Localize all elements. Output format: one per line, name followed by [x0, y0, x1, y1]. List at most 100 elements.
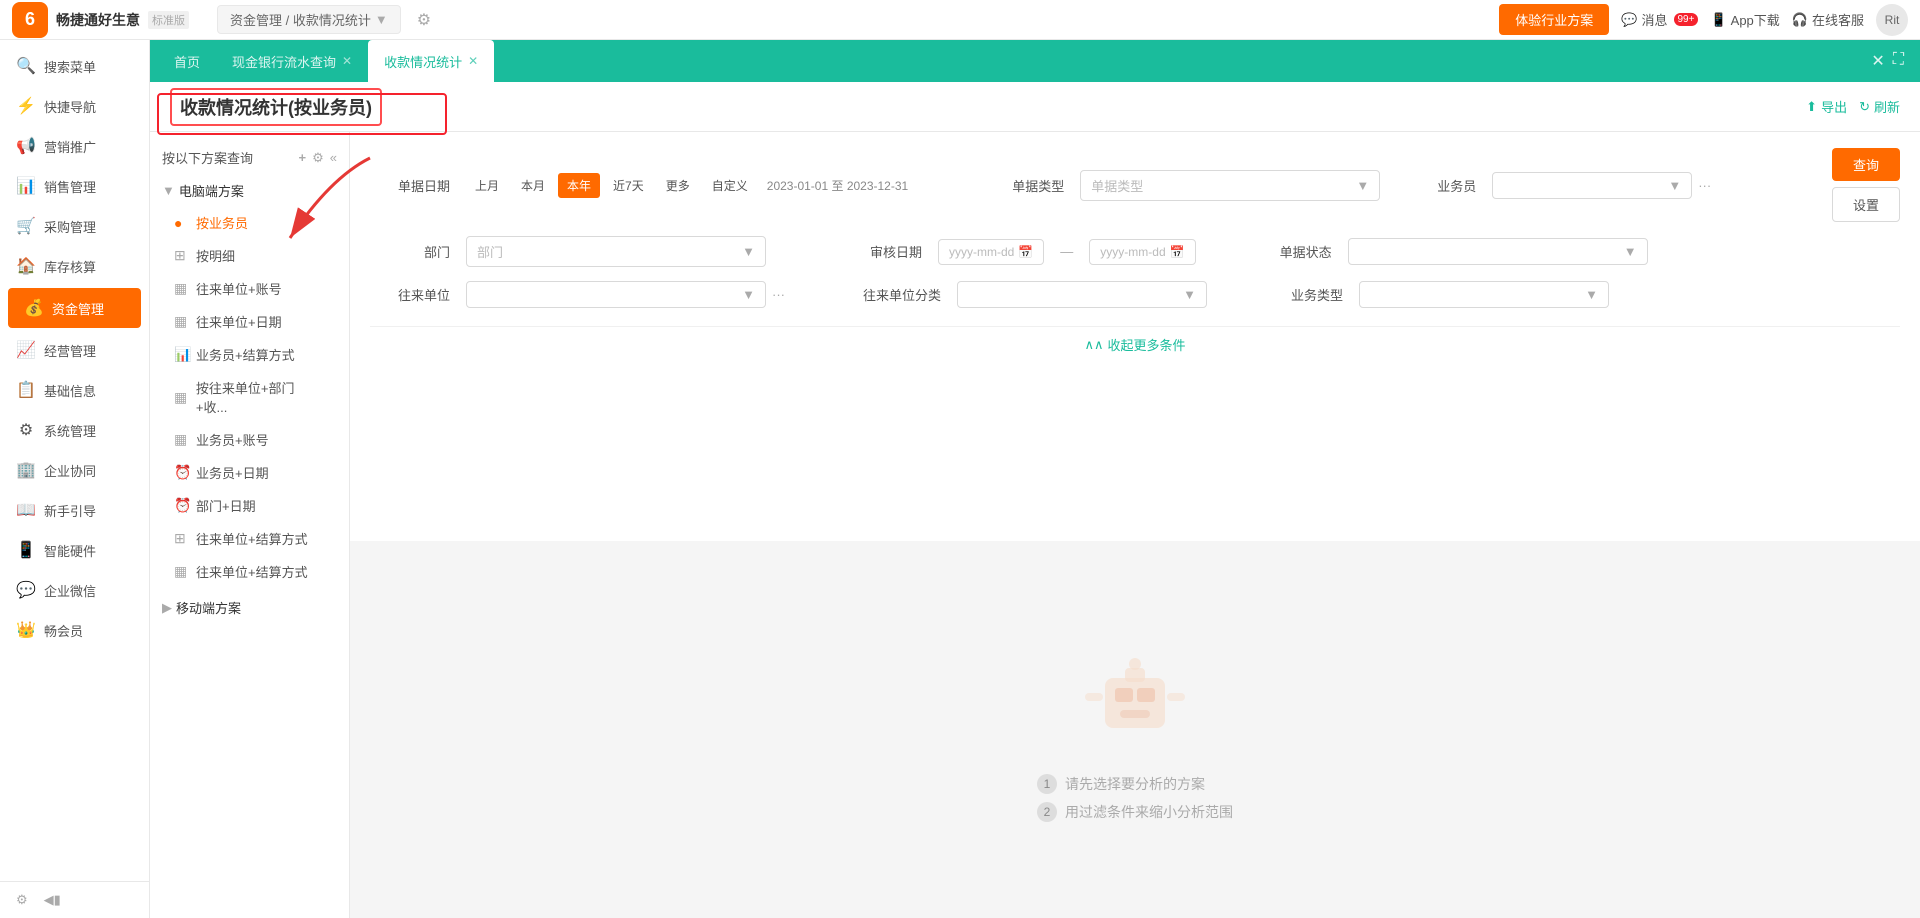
- tab-expand-btn[interactable]: ⛶: [1893, 51, 1904, 71]
- empty-tip-2: 2 用过滤条件来缩小分析范围: [1037, 802, 1233, 822]
- sidebar-collapse-btn[interactable]: ◀▮: [44, 892, 61, 908]
- app-logo-icon: 6: [12, 2, 48, 38]
- scheme-group-pc-title[interactable]: ▼ 电脑端方案: [150, 175, 349, 206]
- tab-home[interactable]: 首页: [158, 40, 216, 82]
- service-icon: 🎧: [1792, 12, 1808, 28]
- scheme-collapse-icon[interactable]: «: [330, 150, 337, 166]
- basic-info-icon: 📋: [16, 380, 36, 400]
- scheme-item-salesperson-payment[interactable]: 📊 业务员+结算方式: [150, 338, 349, 371]
- scheme-item-salesperson-account[interactable]: ▦ 业务员+账号: [150, 423, 349, 456]
- query-btn[interactable]: 查询: [1832, 148, 1900, 181]
- sidebar-settings-btn[interactable]: ⚙: [16, 892, 28, 908]
- sidebar-item-inventory[interactable]: 🏠 库存核算: [0, 246, 149, 286]
- scheme-item-dept-date[interactable]: ⏰ 部门+日期: [150, 489, 349, 522]
- partner-more-btn[interactable]: ···: [772, 287, 785, 302]
- sidebar-item-member[interactable]: 👑 畅会员: [0, 610, 149, 650]
- collapse-bar[interactable]: ∧∧ 收起更多条件: [370, 326, 1900, 362]
- scheme-group-mobile: ▶ 移动端方案: [150, 592, 349, 623]
- scheme-item-unit-payment2[interactable]: ⊞ 往来单位+结算方式: [150, 522, 349, 555]
- page-body: 按以下方案查询 + ⚙ « ▼ 电脑端方案: [150, 132, 1920, 918]
- scheme-item-unit-date[interactable]: ▦ 往来单位+日期: [150, 305, 349, 338]
- tip-number-2: 2: [1037, 802, 1057, 822]
- salesperson-payment-icon: 📊: [174, 346, 190, 363]
- refresh-btn[interactable]: ↻ 刷新: [1859, 97, 1900, 116]
- page-title: 收款情况统计(按业务员): [170, 88, 382, 126]
- biz-type-select[interactable]: ▼: [1359, 281, 1609, 308]
- filter-row-3: 往来单位 ▼ ··· 往来单位分类 ▼: [370, 281, 1900, 308]
- export-icon: ⬆: [1806, 99, 1817, 115]
- dept-select[interactable]: 部门 ▼: [466, 236, 766, 267]
- scheme-item-salesperson-date[interactable]: ⏰ 业务员+日期: [150, 456, 349, 489]
- settings-btn[interactable]: 设置: [1832, 187, 1900, 222]
- export-btn[interactable]: ⬆ 导出: [1806, 97, 1847, 116]
- tab-bank-flow[interactable]: 现金银行流水查询 ✕: [216, 40, 368, 82]
- sidebar: 🔍 搜索菜单 ⚡ 快捷导航 📢 营销推广 📊 销售管理 🛒 采购管理 🏠: [0, 40, 150, 918]
- online-service-btn[interactable]: 🎧 在线客服: [1792, 10, 1864, 29]
- date-tab-custom[interactable]: 自定义: [703, 173, 757, 198]
- tab-close-all-btn[interactable]: ✕: [1871, 51, 1884, 71]
- scheme-item-by-detail[interactable]: ⊞ 按明细: [150, 239, 349, 272]
- page-content: 收款情况统计(按业务员) ⬆ 导出 ↻ 刷新 按以下方: [150, 82, 1920, 918]
- trial-btn[interactable]: 体验行业方案: [1499, 4, 1609, 35]
- date-tab-more[interactable]: 更多: [657, 173, 699, 198]
- dept-date-icon: ⏰: [174, 497, 190, 514]
- tab-bank-flow-close[interactable]: ✕: [342, 54, 352, 68]
- tab-collection-close[interactable]: ✕: [468, 54, 478, 68]
- date-control: 上月 本月 本年 近7天: [466, 173, 908, 198]
- sidebar-item-basic-info[interactable]: 📋 基础信息: [0, 370, 149, 410]
- sidebar-item-sales[interactable]: 📊 销售管理: [0, 166, 149, 206]
- sidebar-item-wechat[interactable]: 💬 企业微信: [0, 570, 149, 610]
- sidebar-item-smart-hw[interactable]: 📱 智能硬件: [0, 530, 149, 570]
- doc-status-select[interactable]: ▼: [1348, 238, 1648, 265]
- scheme-item-unit-dept-collect[interactable]: ▦ 按往来单位+部门+收...: [150, 371, 349, 423]
- tab-collection-stats[interactable]: 收款情况统计 ✕: [368, 40, 494, 82]
- sidebar-item-enterprise[interactable]: 🏢 企业协同: [0, 450, 149, 490]
- biz-type-arrow: ▼: [1585, 287, 1598, 302]
- date-label: 单据日期: [370, 176, 450, 195]
- sidebar-item-guide[interactable]: 📖 新手引导: [0, 490, 149, 530]
- scheme-item-unit-payment3[interactable]: ▦ 往来单位+结算方式: [150, 555, 349, 588]
- partner-class-label: 往来单位分类: [861, 285, 941, 304]
- scheme-item-by-salesperson[interactable]: ● 按业务员: [150, 206, 349, 239]
- scheme-group-mobile-title[interactable]: ▶ 移动端方案: [150, 592, 349, 623]
- operations-icon: 📈: [16, 340, 36, 360]
- date-tab-this-month[interactable]: 本月: [512, 173, 554, 198]
- refresh-icon: ↻: [1859, 99, 1870, 115]
- doc-type-arrow: ▼: [1356, 178, 1369, 193]
- review-date-start[interactable]: yyyy-mm-dd 📅: [938, 239, 1044, 265]
- sidebar-item-quick-nav[interactable]: ⚡ 快捷导航: [0, 86, 149, 126]
- scheme-item-unit-account[interactable]: ▦ 往来单位+账号: [150, 272, 349, 305]
- date-tab-prev-month[interactable]: 上月: [466, 173, 508, 198]
- tip-text-1: 请先选择要分析的方案: [1065, 774, 1205, 794]
- date-tab-this-year[interactable]: 本年: [558, 173, 600, 198]
- purchase-icon: 🛒: [16, 216, 36, 236]
- review-date-end[interactable]: yyyy-mm-dd 📅: [1089, 239, 1195, 265]
- doc-type-select[interactable]: 单据类型 ▼: [1080, 170, 1380, 201]
- salesperson-more-btn[interactable]: ···: [1698, 178, 1711, 193]
- tab-bar: 首页 现金银行流水查询 ✕ 收款情况统计 ✕ ✕ ⛶: [150, 40, 1920, 82]
- sidebar-item-purchase[interactable]: 🛒 采购管理: [0, 206, 149, 246]
- sidebar-item-search-menu[interactable]: 🔍 搜索菜单: [0, 46, 149, 86]
- messages-btn[interactable]: 💬 消息 99+: [1621, 10, 1698, 29]
- sidebar-item-operations[interactable]: 📈 经营管理: [0, 330, 149, 370]
- app-download-btn[interactable]: 📱 App下载: [1710, 10, 1779, 29]
- partner-select[interactable]: ▼: [466, 281, 766, 308]
- calendar-start-icon: 📅: [1018, 245, 1033, 259]
- scheme-add-icon[interactable]: +: [299, 150, 307, 166]
- sidebar-item-capital[interactable]: 💰 资金管理: [8, 288, 141, 328]
- salesperson-select[interactable]: ▼: [1492, 172, 1692, 199]
- pclass-arrow: ▼: [1183, 287, 1196, 302]
- date-tab-last7[interactable]: 近7天: [604, 173, 653, 198]
- version-tag: 标准版: [148, 11, 189, 29]
- header-settings-icon[interactable]: ⚙: [417, 10, 431, 30]
- partner-control: ▼ ···: [466, 281, 785, 308]
- sidebar-item-system[interactable]: ⚙ 系统管理: [0, 410, 149, 450]
- quick-nav-icon: ⚡: [16, 96, 36, 116]
- scheme-panel: 按以下方案查询 + ⚙ « ▼ 电脑端方案: [150, 132, 350, 918]
- sidebar-item-marketing[interactable]: 📢 营销推广: [0, 126, 149, 166]
- unit-account-icon: ▦: [174, 280, 190, 297]
- partner-class-select[interactable]: ▼: [957, 281, 1207, 308]
- avatar[interactable]: Rit: [1876, 4, 1908, 36]
- scheme-settings-icon[interactable]: ⚙: [312, 150, 324, 166]
- content-area: 首页 现金银行流水查询 ✕ 收款情况统计 ✕ ✕ ⛶ 收款情况统计(按业务员): [150, 40, 1920, 918]
